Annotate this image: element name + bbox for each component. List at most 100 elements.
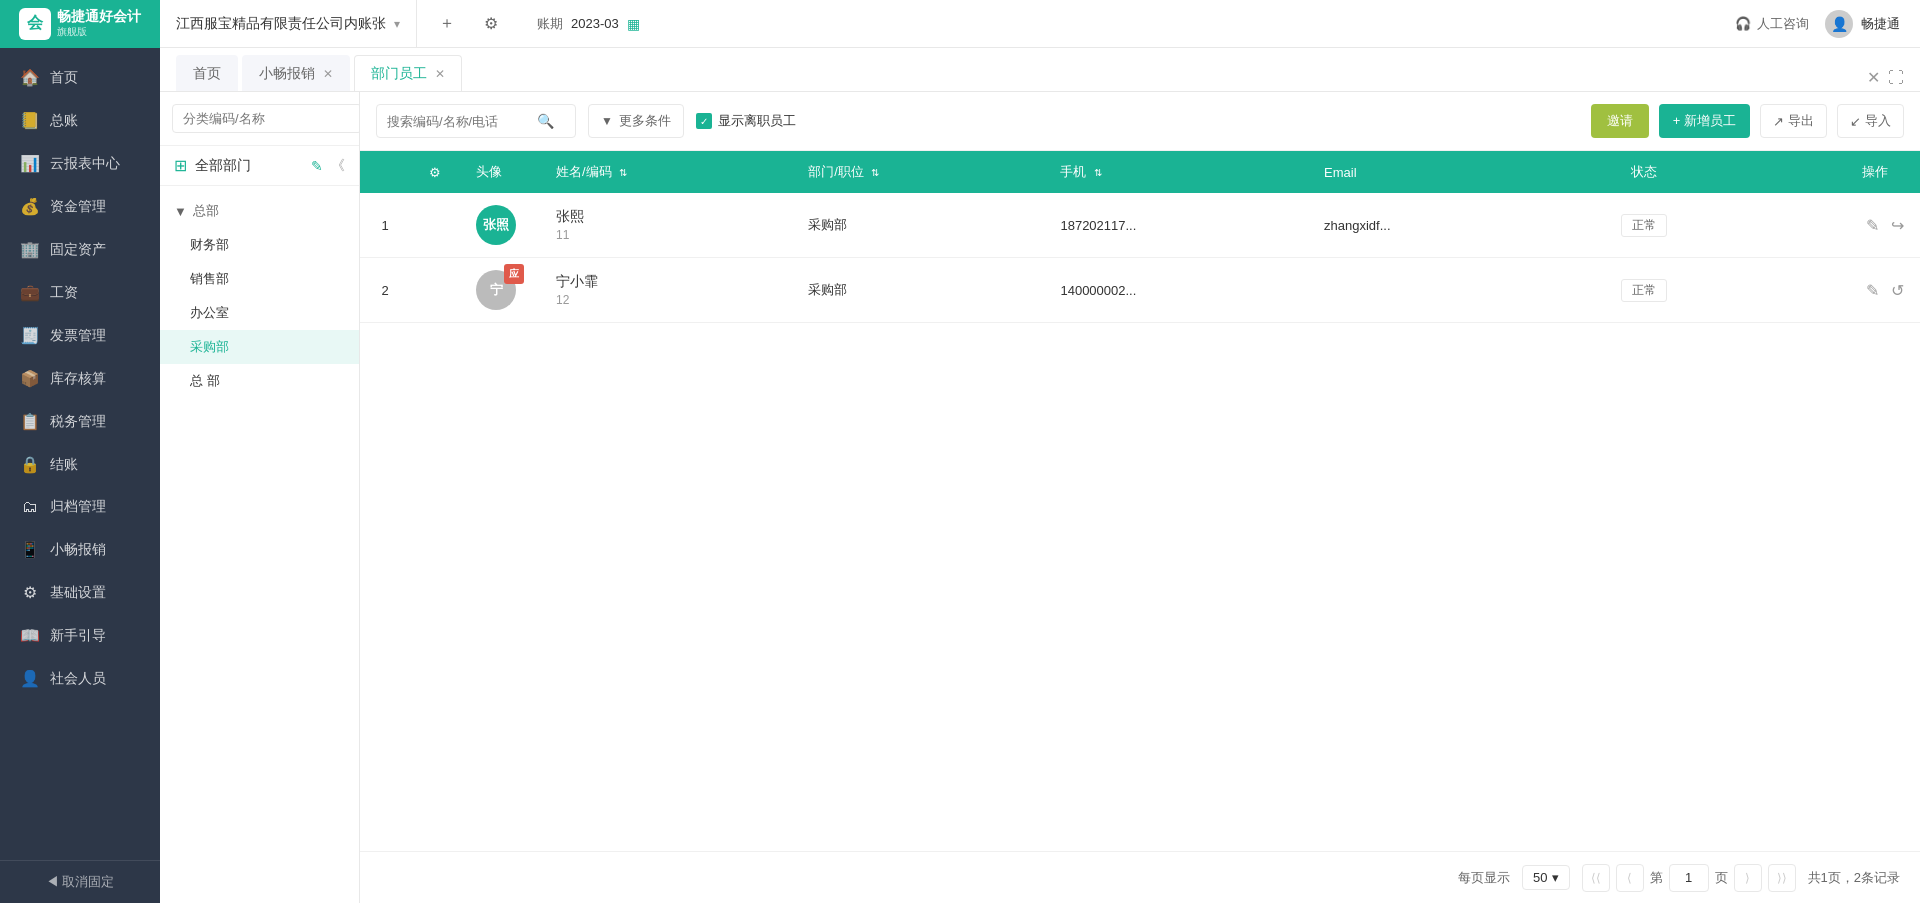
- col-settings[interactable]: ⚙: [410, 151, 460, 193]
- dept-item-finance[interactable]: 财务部: [160, 228, 359, 262]
- checkbox-icon: ✓: [696, 113, 712, 129]
- sidebar-item-inventory[interactable]: 📦 库存核算: [0, 357, 160, 400]
- per-page-arrow: ▾: [1552, 870, 1559, 885]
- dept-search-input[interactable]: [172, 104, 360, 133]
- close-period-icon: 🔒: [20, 455, 40, 474]
- sidebar-item-archive[interactable]: 🗂 归档管理: [0, 486, 160, 528]
- dept-item-sales[interactable]: 销售部: [160, 262, 359, 296]
- sidebar-item-guide-label: 新手引导: [50, 627, 106, 645]
- logout-icon[interactable]: ↪: [1891, 216, 1904, 235]
- dept-item-general[interactable]: 总 部: [160, 364, 359, 398]
- sidebar-item-settings[interactable]: ⚙ 基础设置: [0, 571, 160, 614]
- company-area[interactable]: 江西服宝精品有限责任公司内账张 ▾: [160, 0, 417, 47]
- dept-header: ⊞ 全部部门 ✎ 《: [160, 146, 359, 186]
- service-label: 人工咨询: [1757, 15, 1809, 33]
- add-tab-button[interactable]: ＋: [433, 10, 461, 38]
- logo-sub: 旗舰版: [57, 25, 141, 39]
- col-status: 状态: [1549, 151, 1740, 193]
- emp-search-icon[interactable]: 🔍: [537, 113, 554, 129]
- dept-edit-icon[interactable]: ✎: [311, 158, 323, 174]
- dept-office-label: 办公室: [190, 304, 229, 322]
- invoice-icon: 🧾: [20, 326, 40, 345]
- col-dept[interactable]: 部门/职位 ⇅: [792, 151, 1044, 193]
- row2-dept: 采购部: [792, 258, 1044, 323]
- tab-dept-label: 部门员工: [371, 65, 427, 83]
- sidebar-item-tax[interactable]: 📋 税务管理: [0, 400, 160, 443]
- tab-expense[interactable]: 小畅报销 ✕: [242, 55, 350, 91]
- col-name[interactable]: 姓名/编码 ⇅: [540, 151, 792, 193]
- col-ops: 操作: [1739, 151, 1920, 193]
- row1-settings: [410, 193, 460, 258]
- sidebar-item-funds[interactable]: 💰 资金管理: [0, 185, 160, 228]
- dept-finance-label: 财务部: [190, 236, 229, 254]
- edit-icon[interactable]: ✎: [1866, 281, 1879, 300]
- dept-item-purchase[interactable]: 采购部: [160, 330, 359, 364]
- edit-icon[interactable]: ✎: [1866, 216, 1879, 235]
- sidebar-item-reports-label: 云报表中心: [50, 155, 120, 173]
- reports-icon: 📊: [20, 154, 40, 173]
- refresh-icon[interactable]: ↺: [1891, 281, 1904, 300]
- home-icon: 🏠: [20, 68, 40, 87]
- dept-header-actions: ✎ 《: [311, 157, 345, 175]
- top-right: 🎧 人工咨询 👤 畅捷通: [1735, 10, 1920, 38]
- emp-search-input[interactable]: [387, 114, 537, 129]
- dept-item-office[interactable]: 办公室: [160, 296, 359, 330]
- show-resigned-label: 显示离职员工: [718, 112, 796, 130]
- company-name: 江西服宝精品有限责任公司内账张: [176, 15, 386, 33]
- first-page-button[interactable]: ⟨⟨: [1582, 864, 1610, 892]
- tab-dept-employee[interactable]: 部门员工 ✕: [354, 55, 462, 91]
- filter-button[interactable]: ▼ 更多条件: [588, 104, 684, 138]
- next-page-button[interactable]: ⟩: [1734, 864, 1762, 892]
- add-employee-button[interactable]: + 新增员工: [1659, 104, 1750, 138]
- sidebar-item-close[interactable]: 🔒 结账: [0, 443, 160, 486]
- logo-text-area: 畅捷通好会计 旗舰版: [57, 8, 141, 39]
- tab-expense-close[interactable]: ✕: [323, 67, 333, 81]
- export-button[interactable]: ↗ 导出: [1760, 104, 1827, 138]
- show-resigned-checkbox[interactable]: ✓ 显示离职员工: [696, 112, 796, 130]
- sidebar-item-ledger[interactable]: 📒 总账: [0, 99, 160, 142]
- prev-page-button[interactable]: ⟨: [1616, 864, 1644, 892]
- dept-grid-icon: ⊞: [174, 156, 187, 175]
- sidebar-item-invoice[interactable]: 🧾 发票管理: [0, 314, 160, 357]
- page-input[interactable]: [1669, 864, 1709, 892]
- headset-icon: 🎧: [1735, 16, 1751, 31]
- sidebar-item-guide[interactable]: 📖 新手引导: [0, 614, 160, 657]
- sidebar-item-salary-label: 工资: [50, 284, 78, 302]
- content-area: 首页 小畅报销 ✕ 部门员工 ✕ ✕ ⛶ 🔍: [160, 48, 1920, 903]
- tab-home-label: 首页: [193, 65, 221, 83]
- cancel-fixed-button[interactable]: ◀ 取消固定: [0, 860, 160, 903]
- settings-button[interactable]: ⚙: [477, 10, 505, 38]
- sidebar-item-staff[interactable]: 👤 社会人员: [0, 657, 160, 700]
- status-badge: 正常: [1621, 214, 1667, 237]
- expand-icon[interactable]: ⛶: [1888, 69, 1904, 87]
- service-button[interactable]: 🎧 人工咨询: [1735, 15, 1809, 33]
- user-area[interactable]: 👤 畅捷通: [1825, 10, 1900, 38]
- export-label: 导出: [1788, 112, 1814, 130]
- calendar-icon[interactable]: ▦: [627, 16, 640, 32]
- col-phone[interactable]: 手机 ⇅: [1044, 151, 1308, 193]
- logo-area[interactable]: 会 畅捷通好会计 旗舰版: [0, 0, 160, 48]
- user-avatar: 👤: [1825, 10, 1853, 38]
- top-bar: 会 畅捷通好会计 旗舰版 江西服宝精品有限责任公司内账张 ▾ ＋ ⚙ 账期 20…: [0, 0, 1920, 48]
- dropdown-icon[interactable]: ▾: [394, 17, 400, 31]
- filter-icon: ▼: [601, 114, 613, 128]
- per-page-select[interactable]: 50 ▾: [1522, 865, 1569, 890]
- dept-header-left: ⊞ 全部部门: [174, 156, 251, 175]
- sidebar-item-salary[interactable]: 💼 工资: [0, 271, 160, 314]
- row2-name-cell: 宁小霏 12: [540, 258, 792, 323]
- logo-text: 畅捷通好会计: [57, 8, 141, 25]
- last-page-button[interactable]: ⟩⟩: [1768, 864, 1796, 892]
- tab-dept-close[interactable]: ✕: [435, 67, 445, 81]
- import-button[interactable]: ↙ 导入: [1837, 104, 1904, 138]
- tab-home[interactable]: 首页: [176, 55, 238, 91]
- row2-settings: [410, 258, 460, 323]
- employee-panel: 🔍 ▼ 更多条件 ✓ 显示离职员工 邀请: [360, 92, 1920, 903]
- sidebar-item-reports[interactable]: 📊 云报表中心: [0, 142, 160, 185]
- invite-button[interactable]: 邀请: [1591, 104, 1649, 138]
- dept-item-zongbu-parent[interactable]: ▼ 总部: [160, 194, 359, 228]
- close-tab-icon[interactable]: ✕: [1867, 68, 1880, 87]
- dept-collapse-icon[interactable]: 《: [331, 157, 345, 175]
- sidebar-item-assets[interactable]: 🏢 固定资产: [0, 228, 160, 271]
- sidebar-item-expense[interactable]: 📱 小畅报销: [0, 528, 160, 571]
- sidebar-item-home[interactable]: 🏠 首页: [0, 56, 160, 99]
